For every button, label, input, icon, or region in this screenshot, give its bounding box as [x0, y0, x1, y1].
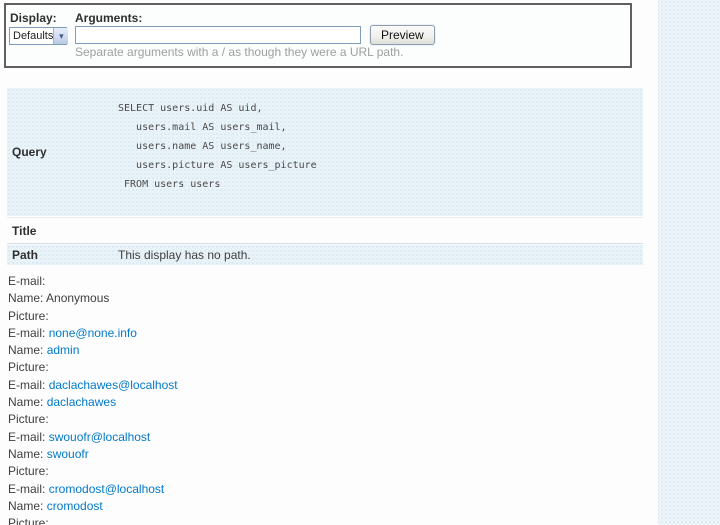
field-picture: Picture: [8, 515, 648, 525]
user-link[interactable]: swouofr [47, 447, 89, 461]
email-label: E-mail: [8, 274, 46, 288]
email-link[interactable]: cromodost@localhost [49, 482, 165, 496]
field-email: E-mail: swouofr@localhost [8, 429, 648, 446]
picture-label: Picture: [8, 412, 49, 427]
field-picture: Picture: [8, 411, 648, 428]
email-label: E-mail: [8, 481, 46, 496]
field-name: Name: swouofr [8, 446, 648, 463]
name-value: Anonymous [46, 291, 110, 306]
arguments-input[interactable] [75, 26, 361, 44]
email-label: E-mail: [8, 377, 46, 392]
user-link[interactable]: admin [47, 343, 80, 357]
display-select[interactable]: Defaults ▾ [9, 27, 69, 45]
email-link[interactable]: daclachawes@localhost [49, 378, 178, 392]
query-row: Query SELECT users.uid AS uid, users.mai… [7, 88, 643, 216]
preview-form-box: Display: Defaults ▾ Arguments: Preview S… [4, 3, 632, 68]
email-link[interactable]: swouofr@localhost [49, 430, 151, 444]
field-name: Name: cromodost [8, 498, 648, 515]
arguments-help-text: Separate arguments with a / as though th… [75, 45, 404, 59]
path-row: Path This display has no path. [7, 245, 643, 265]
picture-label: Picture: [8, 308, 49, 323]
field-picture: Picture: [8, 308, 648, 325]
email-label: E-mail: [8, 429, 46, 444]
content-area: Display: Defaults ▾ Arguments: Preview S… [0, 0, 658, 525]
arguments-label: Arguments: [75, 11, 143, 25]
picture-label: Picture: [8, 464, 49, 479]
name-label: Name: [8, 291, 44, 306]
field-email: E-mail: none@none.info [8, 325, 648, 342]
email-link[interactable]: none@none.info [49, 326, 137, 340]
path-label: Path [12, 248, 39, 262]
field-name: Name: Anonymous [8, 290, 648, 307]
name-label: Name: [8, 343, 44, 358]
name-label: Name: [8, 498, 44, 513]
display-label: Display: [10, 11, 57, 25]
page: { "preview_form": { "display_label": "Di… [0, 0, 720, 525]
user-link[interactable]: daclachawes [47, 395, 116, 409]
chevron-down-icon[interactable]: ▾ [53, 28, 69, 44]
preview-button[interactable]: Preview [370, 25, 435, 45]
email-label: E-mail: [8, 325, 46, 340]
name-label: Name: [8, 446, 44, 461]
field-email: E-mail: daclachawes@localhost [8, 377, 648, 394]
display-select-value: Defaults [13, 30, 54, 42]
results-list: E-mail: Name: Anonymous Picture: E-mail:… [8, 273, 648, 525]
field-picture: Picture: [8, 463, 648, 480]
name-label: Name: [8, 395, 44, 410]
field-name: Name: admin [8, 342, 648, 359]
field-email: E-mail: cromodost@localhost [8, 481, 648, 498]
picture-label: Picture: [8, 516, 49, 525]
user-link[interactable]: cromodost [47, 499, 103, 513]
field-picture: Picture: [8, 359, 648, 376]
path-value: This display has no path. [118, 248, 251, 262]
query-label: Query [12, 145, 47, 159]
field-name: Name: daclachawes [8, 394, 648, 411]
title-label: Title [12, 223, 37, 238]
picture-label: Picture: [8, 360, 49, 375]
query-sql: SELECT users.uid AS uid, users.mail AS u… [118, 103, 317, 190]
title-row: Title [7, 217, 643, 244]
field-email: E-mail: [8, 273, 648, 290]
